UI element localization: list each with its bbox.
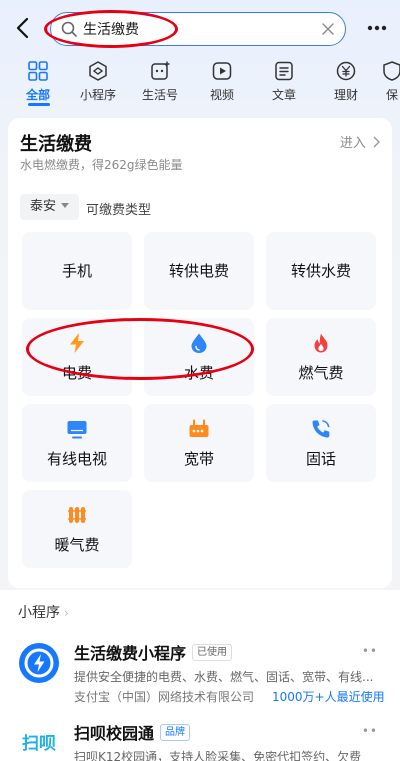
mini-program-icon [87,60,109,82]
tab-label: 生活号 [141,88,178,102]
card-subtitle: 水电燃缴费，得262g绿色能量 [20,158,183,172]
tile-label: 固话 [305,450,336,468]
brand-badge: 品牌 [160,724,190,741]
tile-label: 有线电视 [46,450,107,468]
life-payment-card: 生活缴费 水电燃缴费，得262g绿色能量 进入 泰安 可缴费类型 手机 转供电费… [8,118,392,588]
broadband-icon [188,418,210,440]
tab-label: 全部 [25,88,50,102]
tile-label: 转供电费 [168,262,229,280]
back-icon[interactable] [12,16,36,40]
tab-all[interactable]: 全部 [8,58,68,104]
water-drop-icon [188,332,210,354]
top-bar [0,0,400,56]
life-account-icon [149,60,171,82]
more-options-icon[interactable]: •• [362,724,378,738]
saobei-logo-icon: 扫呗 [18,722,60,761]
tile-heating[interactable]: 暖气费 [22,490,132,568]
mini-program-name: 扫呗校园通 [74,724,155,743]
tile-mobile[interactable]: 手机 [22,232,132,310]
list-item[interactable]: 生活缴费小程序 已使用 提供安全便捷的电费、水费、燃气、固话、宽带、有线... … [0,634,400,710]
search-tabs: 全部 小程序 生活号 视频 文章 理财 保 [0,58,400,110]
chevron-right-icon: › [64,606,69,620]
life-payment-logo-icon [18,642,60,684]
region-selector[interactable]: 泰安 [20,194,80,220]
tab-article[interactable]: 文章 [254,58,314,104]
tile-label: 暖气费 [54,536,100,554]
list-item[interactable]: 扫呗 扫呗校园通 品牌 扫呗K12校园通，支持人脸采集、免密代扣签约、欠费 •• [0,714,400,761]
tab-label: 视频 [209,88,234,102]
section-title[interactable]: 小程序 › [18,602,69,622]
logo-text: 扫呗 [22,733,56,754]
insurance-icon [381,60,400,82]
tab-label: 小程序 [79,88,116,102]
card-title: 生活缴费 [20,134,92,155]
enter-label: 进入 [339,136,366,151]
tab-finance[interactable]: 理财 [316,58,376,104]
article-icon [273,60,295,82]
tab-label: 文章 [271,88,296,102]
grid-icon [27,60,49,82]
tile-label: 宽带 [183,450,214,468]
caret-down-icon [61,203,70,208]
tile-broadband[interactable]: 宽带 [144,404,254,482]
search-bar[interactable] [50,12,346,46]
more-options-icon[interactable]: •• [362,644,378,658]
tab-mini-program[interactable]: 小程序 [68,58,128,104]
tile-label: 燃气费 [298,364,344,382]
more-icon[interactable] [366,18,388,38]
tile-landline[interactable]: 固话 [266,404,376,482]
search-icon [60,20,78,38]
enter-link[interactable]: 进入 [340,132,380,151]
tab-label: 保 [385,88,398,102]
tile-transfer-electricity[interactable]: 转供电费 [144,232,254,310]
tile-label: 手机 [61,262,92,280]
lightning-icon [66,332,88,354]
tile-gas[interactable]: 燃气费 [266,318,376,396]
region-label: 泰安 [30,199,57,214]
tile-transfer-water[interactable]: 转供水费 [266,232,376,310]
tile-water[interactable]: 水费 [144,318,254,396]
tv-icon [66,418,88,440]
mini-program-section: 小程序 › 生活缴费小程序 已使用 提供安全便捷的电费、水费、燃气、固话、宽带、有… [0,590,400,761]
payable-types-label: 可缴费类型 [86,203,152,218]
chevron-right-icon [370,136,380,151]
used-badge: 已使用 [192,644,232,661]
tab-life-account[interactable]: 生活号 [130,58,190,104]
tab-insurance[interactable]: 保 [372,58,400,104]
mini-program-desc: 扫呗K12校园通，支持人脸采集、免密代扣签约、欠费 [74,750,362,761]
search-input[interactable] [83,17,313,41]
mini-program-name: 生活缴费小程序 [74,644,187,663]
tile-label: 电费 [61,364,92,382]
flame-icon [310,332,332,354]
tile-electricity[interactable]: 电费 [22,318,132,396]
recent-users: 1000万+人最近使用 [272,690,385,704]
yuan-icon [335,60,357,82]
mini-program-desc: 提供安全便捷的电费、水费、燃气、固话、宽带、有线... [74,670,374,684]
tile-label: 水费 [183,364,214,382]
active-tab-indicator [28,103,50,106]
section-title-label: 小程序 [18,605,60,621]
tile-cable-tv[interactable]: 有线电视 [22,404,132,482]
heater-icon [66,504,88,526]
video-icon [211,60,233,82]
phone-icon [310,418,332,440]
tab-video[interactable]: 视频 [192,58,252,104]
tile-label: 转供水费 [290,262,351,280]
tab-label: 理财 [333,88,358,102]
mini-program-company: 支付宝（中国）网络技术有限公司 [74,690,255,704]
clear-icon[interactable] [320,21,336,37]
